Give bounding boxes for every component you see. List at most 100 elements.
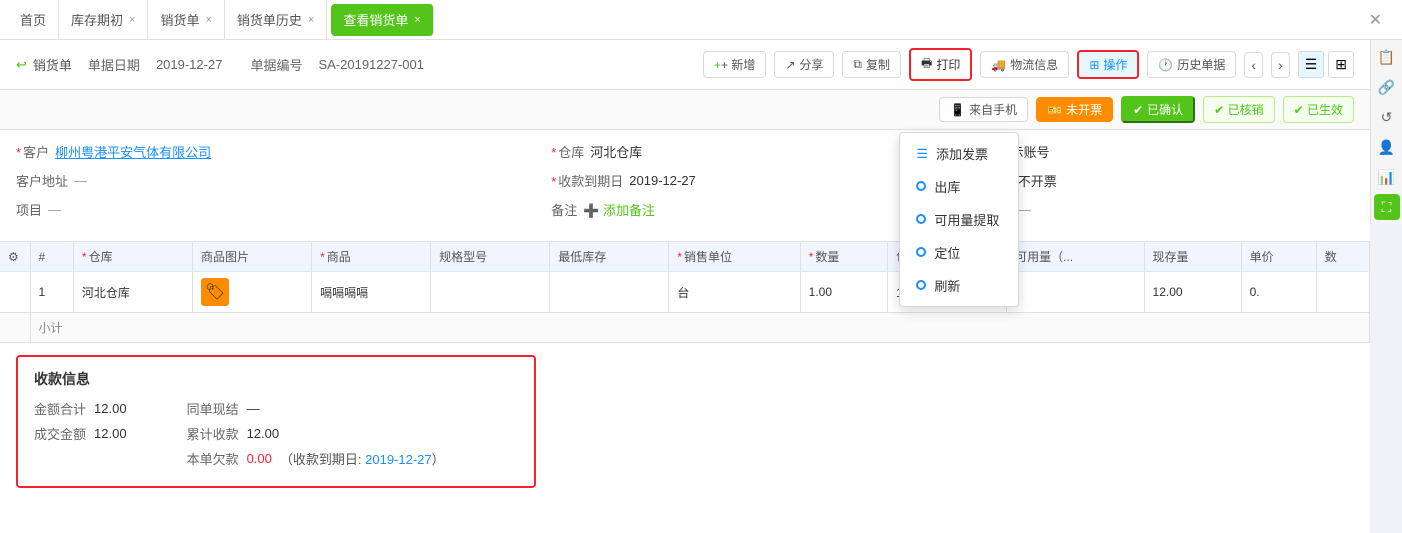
customer-field: 客户 柳州粤港平安气体有限公司: [16, 142, 551, 161]
note-add[interactable]: ➕ 添加备注: [583, 200, 655, 219]
tab-sales-order-close[interactable]: ×: [205, 14, 211, 26]
balance-note: （收款到期日: 2019-12-27）: [280, 449, 445, 468]
project-label: 项目: [16, 200, 42, 219]
tab-home[interactable]: 首页: [8, 0, 59, 40]
row-gear: [0, 272, 30, 313]
tab-sales-order[interactable]: 销货单 ×: [148, 0, 224, 40]
check-circle-icon2: ✔: [1294, 103, 1304, 117]
deal-amount-value: 12.00: [94, 426, 127, 441]
warehouse-field: 仓库 河北仓库: [551, 142, 952, 161]
col-unitprice-header: 单价: [1241, 242, 1316, 272]
form-row-1: 客户 柳州粤港平安气体有限公司 仓库 河北仓库 业务员 演示账号: [16, 142, 1354, 161]
payment-info-box: 收款信息 金额合计 12.00 同单现结 — 成交金额 12.00 累计收款: [16, 355, 536, 488]
doc-title: ↩ 销货单: [16, 55, 72, 74]
row-salesunit: 台: [669, 272, 800, 313]
address-label: 客户地址: [16, 171, 68, 190]
available-icon: [916, 212, 926, 227]
truck-icon: 🚚: [991, 58, 1006, 72]
add-invoice-item[interactable]: ☰ 添加发票: [900, 137, 1018, 170]
salesperson2-value: —: [1018, 202, 1031, 217]
sidebar-chart-button[interactable]: 📊: [1374, 164, 1400, 190]
available-pickup-item[interactable]: 可用量提取: [900, 203, 1018, 236]
total-value: 12.00: [94, 401, 127, 416]
subtotal-label: 小计: [30, 313, 1370, 343]
print-icon: 🖶: [921, 54, 932, 75]
history-button[interactable]: 🕐 历史单据: [1147, 51, 1236, 78]
operations-wrapper: ⊞ 操作 ☰ 添加发票 出库: [1077, 50, 1139, 79]
col-salesunit-header: 销售单位: [669, 242, 800, 272]
grid-view-button[interactable]: ⊞: [1328, 51, 1354, 78]
secondary-toolbar: 📱 来自手机 🎫 未开票 ✔ 已确认 ✔ 已核销 ✔ 已生效: [0, 90, 1370, 130]
tab-sales-history[interactable]: 销货单历史 ×: [225, 0, 327, 40]
outbound-icon: [916, 179, 926, 194]
row-spec: [431, 272, 550, 313]
data-table-wrap: ⚙ # 仓库 商品图片 商品 规格型号 最低库存 销售单位 数量 包装数量 可用…: [0, 241, 1370, 343]
locate-icon: [916, 245, 926, 260]
next-button[interactable]: ›: [1271, 52, 1290, 78]
col-stock-header: 现存量: [1144, 242, 1241, 272]
tab-inventory-init-close[interactable]: ×: [129, 14, 135, 26]
deal-amount-label: 成交金额: [34, 424, 86, 443]
list-view-button[interactable]: ☰: [1298, 51, 1325, 78]
not-opened-button[interactable]: 🎫 未开票: [1036, 97, 1113, 122]
warehouse-label: 仓库: [551, 142, 584, 161]
outbound-item[interactable]: 出库: [900, 170, 1018, 203]
subtotal-gear: [0, 313, 30, 343]
data-table: ⚙ # 仓库 商品图片 商品 规格型号 最低库存 销售单位 数量 包装数量 可用…: [0, 242, 1370, 343]
refresh-icon: [916, 278, 926, 293]
subtotal-row: 小计: [0, 313, 1370, 343]
form-row-2: 客户地址 — 收款到期日 2019-12-27 票据类型 不开票: [16, 171, 1354, 190]
row-minstock: [550, 272, 669, 313]
info-row-2: 成交金额 12.00 累计收款 12.00: [34, 424, 518, 443]
mobile-icon: 📱: [950, 103, 965, 117]
row-stock: 12.00: [1144, 272, 1241, 313]
due-date-field: 收款到期日 2019-12-27: [551, 171, 952, 190]
right-sidebar: 📋 🔗 ↺ 👤 📊 ⛶: [1370, 40, 1402, 224]
operations-dropdown: ☰ 添加发票 出库 可用量提取 定位: [899, 132, 1019, 307]
check-icon: ✔: [1133, 103, 1143, 117]
add-invoice-icon: ☰: [916, 146, 928, 162]
customer-label: 客户: [16, 142, 49, 161]
copy-button[interactable]: ⧉ 复制: [842, 51, 901, 78]
print-button[interactable]: 🖶 打印: [909, 48, 972, 81]
tab-check-sales-close[interactable]: ×: [414, 14, 420, 26]
col-minstock-header: 最低库存: [550, 242, 669, 272]
doc-actions: + + 新增 ↗ 分享 ⧉ 复制 🖶 打印 🚚 物流信息: [703, 48, 1354, 81]
sidebar-link-button[interactable]: 🔗: [1374, 74, 1400, 100]
sidebar-docs-button[interactable]: 📋: [1374, 44, 1400, 70]
same-settlement-label: 同单现结: [187, 399, 239, 418]
close-all-tabs[interactable]: ✕: [1357, 10, 1394, 30]
sidebar-expand-button[interactable]: ⛶: [1374, 194, 1400, 220]
operations-button[interactable]: ⊞ 操作: [1077, 50, 1139, 79]
prev-button[interactable]: ‹: [1244, 52, 1263, 78]
plus-icon: +: [714, 58, 721, 72]
product-image: [201, 278, 229, 306]
confirm-button[interactable]: ✔ 已确认: [1121, 96, 1195, 123]
doc-header: ↩ 销货单 单据日期 2019-12-27 单据编号 SA-20191227-0…: [0, 40, 1370, 90]
refresh-item[interactable]: 刷新: [900, 269, 1018, 302]
col-image-header: 商品图片: [192, 242, 311, 272]
cumulative-label: 累计收款: [187, 424, 239, 443]
balance-item: 本单欠款 12.00: [34, 449, 127, 468]
from-mobile-button[interactable]: 📱 来自手机: [939, 97, 1028, 122]
logistics-button[interactable]: 🚚 物流信息: [980, 51, 1069, 78]
tab-check-sales[interactable]: 查看销货单 ×: [331, 4, 433, 36]
effective-status[interactable]: ✔ 已生效: [1283, 96, 1354, 123]
customer-value[interactable]: 柳州粤港平安气体有限公司: [55, 142, 211, 161]
doc-date-label: 单据日期: [88, 55, 140, 74]
settings-icon[interactable]: ⚙: [8, 250, 19, 264]
balance-due-label: 本单欠款: [187, 449, 239, 468]
locate-item[interactable]: 定位: [900, 236, 1018, 269]
sidebar-refresh-button[interactable]: ↺: [1374, 104, 1400, 130]
col-quantity-header: 数量: [800, 242, 887, 272]
same-settlement-item: 同单现结 —: [187, 399, 260, 418]
sidebar-user-button[interactable]: 👤: [1374, 134, 1400, 160]
cancelled-status[interactable]: ✔ 已核销: [1203, 96, 1274, 123]
tab-sales-history-close[interactable]: ×: [308, 14, 314, 26]
doc-date-value: 2019-12-27: [156, 57, 223, 72]
share-button[interactable]: ↗ 分享: [774, 51, 834, 78]
info-row-1: 金额合计 12.00 同单现结 —: [34, 399, 518, 418]
new-button[interactable]: + + 新增: [703, 51, 766, 78]
tab-inventory-init[interactable]: 库存期初 ×: [59, 0, 148, 40]
form-row-3: 项目 — 备注 ➕ 添加备注 业务员孟 —: [16, 200, 1354, 219]
